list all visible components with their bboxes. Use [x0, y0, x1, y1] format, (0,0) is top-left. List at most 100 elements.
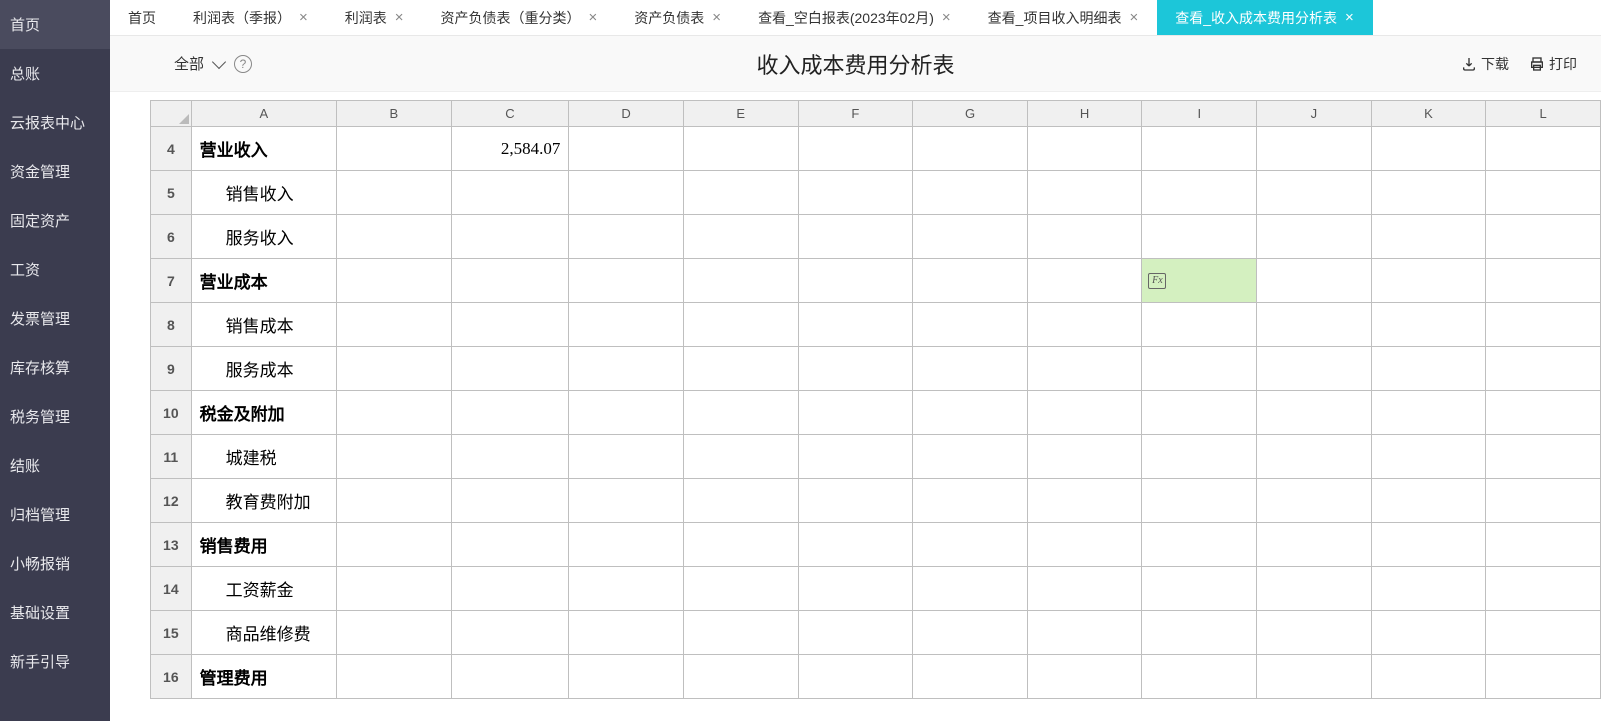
cell[interactable] [1027, 523, 1142, 567]
cell[interactable] [1142, 127, 1257, 171]
column-header[interactable]: F [798, 101, 913, 127]
cell[interactable] [336, 479, 451, 523]
cell[interactable] [1142, 479, 1257, 523]
cell[interactable] [1486, 215, 1601, 259]
cell[interactable] [683, 655, 798, 699]
cell[interactable] [913, 347, 1028, 391]
tab[interactable]: 首页 [110, 0, 175, 35]
cell[interactable] [913, 127, 1028, 171]
cell[interactable]: 2,584.07 [451, 127, 569, 171]
cell[interactable] [336, 567, 451, 611]
cell[interactable] [1142, 171, 1257, 215]
cell[interactable] [683, 215, 798, 259]
sidebar-item[interactable]: 固定资产 [0, 196, 110, 245]
row-header[interactable]: 9 [151, 347, 192, 391]
cell[interactable] [683, 435, 798, 479]
tab[interactable]: 查看_空白报表(2023年02月)× [740, 0, 970, 35]
column-header[interactable]: C [451, 101, 569, 127]
sidebar-item[interactable]: 基础设置 [0, 588, 110, 637]
cell[interactable] [336, 655, 451, 699]
close-icon[interactable]: × [299, 9, 308, 26]
cell[interactable] [913, 655, 1028, 699]
cell[interactable] [569, 655, 684, 699]
cell[interactable] [336, 435, 451, 479]
cell[interactable] [1371, 611, 1486, 655]
cell[interactable] [798, 435, 913, 479]
cell[interactable] [1371, 435, 1486, 479]
cell[interactable] [1486, 391, 1601, 435]
sidebar-item[interactable]: 小畅报销 [0, 539, 110, 588]
cell[interactable] [683, 127, 798, 171]
cell[interactable] [1142, 611, 1257, 655]
tab[interactable]: 利润表（季报）× [175, 0, 327, 35]
cell[interactable] [1371, 303, 1486, 347]
cell[interactable]: 服务收入 [191, 215, 336, 259]
cell[interactable] [451, 303, 569, 347]
cell[interactable] [1486, 347, 1601, 391]
column-header[interactable]: K [1371, 101, 1486, 127]
cell[interactable] [798, 523, 913, 567]
cell[interactable] [1027, 435, 1142, 479]
cell[interactable] [1027, 215, 1142, 259]
download-button[interactable]: 下载 [1461, 54, 1509, 74]
cell[interactable] [1371, 479, 1486, 523]
sidebar-item[interactable]: 工资 [0, 245, 110, 294]
cell[interactable]: Fx [1142, 259, 1257, 303]
cell[interactable] [569, 347, 684, 391]
cell[interactable] [451, 171, 569, 215]
cell[interactable] [336, 303, 451, 347]
select-all-corner[interactable] [151, 101, 192, 127]
cell[interactable] [1371, 215, 1486, 259]
cell[interactable] [1142, 523, 1257, 567]
column-header[interactable]: A [191, 101, 336, 127]
cell[interactable] [798, 479, 913, 523]
row-header[interactable]: 6 [151, 215, 192, 259]
cell[interactable] [569, 127, 684, 171]
cell[interactable] [1257, 391, 1372, 435]
spreadsheet-container[interactable]: ABCDEFGHIJKL4营业收入2,584.075销售收入6服务收入7营业成本… [110, 92, 1601, 721]
cell[interactable] [1027, 611, 1142, 655]
cell[interactable] [798, 171, 913, 215]
cell[interactable] [1142, 347, 1257, 391]
column-header[interactable]: L [1486, 101, 1601, 127]
cell[interactable] [1486, 655, 1601, 699]
cell[interactable] [1486, 611, 1601, 655]
sidebar-item[interactable]: 总账 [0, 49, 110, 98]
row-header[interactable]: 13 [151, 523, 192, 567]
cell[interactable] [336, 259, 451, 303]
cell[interactable] [1027, 479, 1142, 523]
cell[interactable] [1371, 259, 1486, 303]
sidebar-item[interactable]: 资金管理 [0, 147, 110, 196]
cell[interactable] [336, 391, 451, 435]
cell[interactable] [683, 567, 798, 611]
column-header[interactable]: J [1257, 101, 1372, 127]
cell[interactable] [798, 391, 913, 435]
cell[interactable] [1142, 567, 1257, 611]
column-header[interactable]: G [913, 101, 1028, 127]
cell[interactable] [1257, 523, 1372, 567]
close-icon[interactable]: × [395, 9, 404, 26]
cell[interactable] [569, 215, 684, 259]
cell[interactable] [451, 479, 569, 523]
cell[interactable] [1257, 303, 1372, 347]
sidebar-item[interactable]: 发票管理 [0, 294, 110, 343]
cell[interactable] [569, 171, 684, 215]
cell[interactable] [1142, 215, 1257, 259]
cell[interactable] [798, 127, 913, 171]
cell[interactable] [1142, 655, 1257, 699]
row-header[interactable]: 15 [151, 611, 192, 655]
cell[interactable] [1486, 171, 1601, 215]
cell[interactable] [1486, 523, 1601, 567]
cell[interactable]: 教育费附加 [191, 479, 336, 523]
tab[interactable]: 利润表× [327, 0, 423, 35]
row-header[interactable]: 12 [151, 479, 192, 523]
cell[interactable] [336, 215, 451, 259]
sidebar-item[interactable]: 新手引导 [0, 637, 110, 686]
cell[interactable] [451, 655, 569, 699]
cell[interactable] [683, 391, 798, 435]
cell[interactable] [913, 259, 1028, 303]
close-icon[interactable]: × [1345, 9, 1354, 26]
column-header[interactable]: D [569, 101, 684, 127]
cell[interactable] [683, 479, 798, 523]
cell[interactable] [1027, 567, 1142, 611]
